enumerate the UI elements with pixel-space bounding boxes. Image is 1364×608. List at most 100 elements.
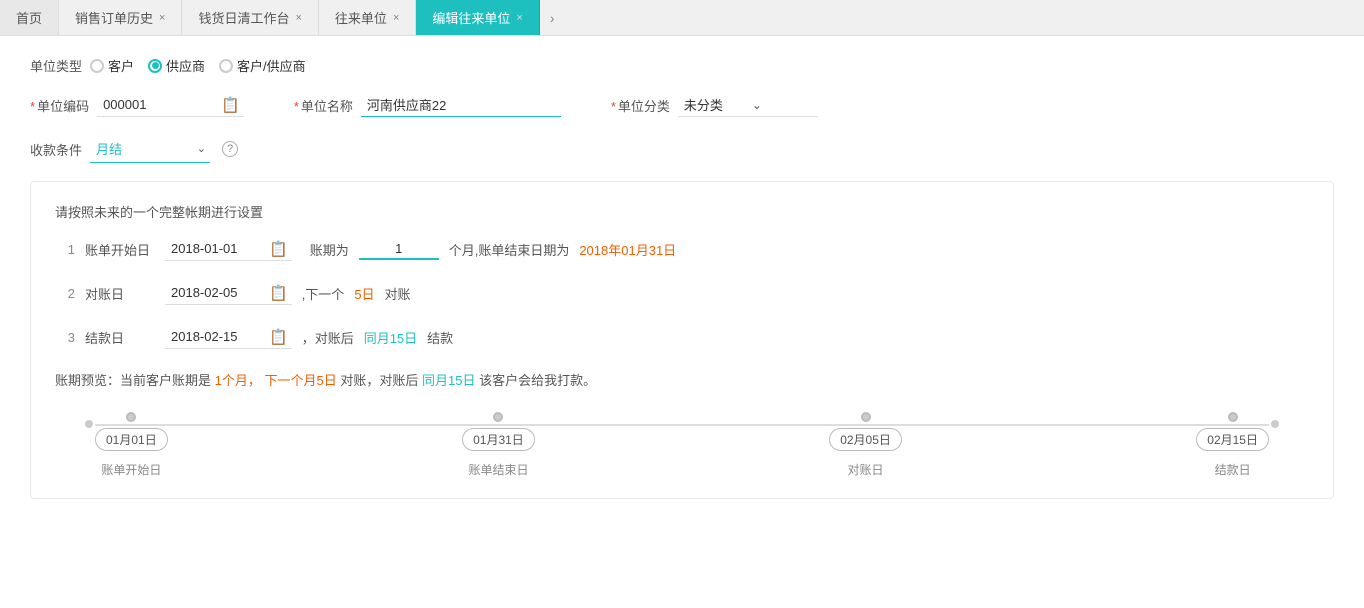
tab-sales-history[interactable]: 销售订单历史 × (59, 0, 182, 35)
period-date-2-input[interactable] (165, 283, 265, 302)
period-num-2: 2 (55, 286, 75, 301)
help-icon[interactable]: ? (222, 141, 238, 157)
unit-info-row: *单位编码 📋 *单位名称 *单位分类 未分类 ⌄ (30, 93, 1334, 117)
period-date-1-wrapper: 📋 (165, 237, 292, 261)
timeline-start-dot (85, 420, 93, 428)
unit-name-input[interactable] (361, 93, 561, 117)
period-num-1: 1 (55, 242, 75, 257)
period-title: 请按照未来的一个完整帐期进行设置 (55, 202, 1309, 221)
tab-scroll-arrow[interactable]: › (540, 0, 565, 35)
tab-home[interactable]: 首页 (0, 0, 59, 35)
period-calendar-2-icon[interactable]: 📋 (265, 284, 292, 302)
period-row2-prefix: ,下一个 (302, 284, 345, 303)
tab-bar: 首页 销售订单历史 × 钱货日清工作台 × 往来单位 × 编辑往来单位 × › (0, 0, 1364, 36)
tab-edit-partner[interactable]: 编辑往来单位 × (416, 0, 539, 35)
point-desc-2: 对账日 (848, 461, 884, 478)
close-sales-history-icon[interactable]: × (159, 12, 165, 24)
unit-code-input-wrapper: 📋 (97, 93, 244, 117)
period-label-3: 结款日 (85, 328, 155, 347)
main-content: 单位类型 客户 供应商 客户/供应商 *单位编码 (0, 36, 1364, 608)
close-cashwork-icon[interactable]: × (295, 12, 301, 24)
point-dot-0 (126, 412, 136, 422)
timeline-end-dot (1271, 420, 1279, 428)
period-row-1: 1 账单开始日 📋 账期为 个月,账单结束日期为 2018年01月31日 (55, 237, 1309, 261)
point-label-2: 02月05日 (829, 428, 902, 451)
radio-both-label: 客户/供应商 (237, 56, 306, 75)
preview-mid: 对账，对账后 (340, 373, 418, 388)
radio-supplier-circle (148, 59, 162, 73)
period-date-2-wrapper: 📋 (165, 281, 292, 305)
unit-class-value: 未分类 (684, 95, 744, 114)
period-calendar-3-icon[interactable]: 📋 (265, 328, 292, 346)
unit-class-arrow-icon: ⌄ (752, 98, 812, 112)
preview-end: 该客户会给我打款。 (479, 373, 596, 388)
unit-code-required: * (30, 99, 35, 114)
timeline-point-2: 02月05日 对账日 (829, 412, 902, 478)
unit-class-select[interactable]: 未分类 ⌄ (678, 93, 818, 117)
timeline-point-3: 02月15日 结款日 (1196, 412, 1269, 478)
unit-name-label: *单位名称 (294, 96, 353, 115)
unit-class-group: *单位分类 未分类 ⌄ (611, 93, 818, 117)
radio-group: 客户 供应商 客户/供应商 (90, 56, 306, 75)
period-end-date-highlight: 2018年01月31日 (579, 240, 676, 259)
unit-class-required: * (611, 99, 616, 114)
unit-code-label: *单位编码 (30, 96, 89, 115)
preview-pay: 同月15日 (422, 373, 475, 388)
timeline-container: 01月01日 账单开始日 01月31日 账单结束日 02月05日 对账日 02月… (55, 412, 1309, 478)
period-calendar-1-icon[interactable]: 📋 (265, 240, 292, 258)
period-row-3: 3 结款日 📋 ，对账后 同月15日 结款 (55, 325, 1309, 349)
tab-cashwork[interactable]: 钱货日清工作台 × (182, 0, 318, 35)
point-label-3: 02月15日 (1196, 428, 1269, 451)
period-row3-suffix: 结款 (427, 328, 453, 347)
tab-sales-history-label: 销售订单历史 (75, 8, 153, 27)
period-row2-highlight: 5日 (354, 284, 374, 303)
tab-edit-partner-label: 编辑往来单位 (432, 8, 510, 27)
payment-value: 月结 (90, 137, 193, 160)
period-month-suffix: 个月,账单结束日期为 (449, 240, 570, 259)
unit-code-input[interactable] (97, 95, 217, 114)
period-row3-prefix: ，对账后 (302, 328, 354, 347)
period-for-label: 账期为 (310, 240, 349, 259)
radio-both-circle (219, 59, 233, 73)
radio-customer[interactable]: 客户 (90, 56, 134, 75)
period-num-3: 3 (55, 330, 75, 345)
point-dot-1 (493, 412, 503, 422)
unit-code-icon[interactable]: 📋 (217, 96, 244, 114)
unit-type-row: 单位类型 客户 供应商 客户/供应商 (30, 56, 1334, 75)
close-partners-icon[interactable]: × (393, 12, 399, 24)
period-label-1: 账单开始日 (85, 240, 155, 259)
payment-select[interactable]: 月结 ⌄ (90, 135, 210, 163)
period-date-3-wrapper: 📋 (165, 325, 292, 349)
tab-partners-label: 往来单位 (335, 8, 387, 27)
point-dot-2 (861, 412, 871, 422)
period-months-input[interactable] (359, 239, 439, 260)
unit-type-label: 单位类型 (30, 56, 82, 75)
unit-code-group: *单位编码 📋 (30, 93, 244, 117)
preview-label: 账期预览：当前客户账期是 (55, 373, 211, 388)
period-row2-suffix: 对账 (385, 284, 411, 303)
point-desc-0: 账单开始日 (101, 461, 161, 478)
period-date-3-input[interactable] (165, 327, 265, 346)
tab-home-label: 首页 (16, 8, 42, 27)
radio-both[interactable]: 客户/供应商 (219, 56, 306, 75)
timeline-points: 01月01日 账单开始日 01月31日 账单结束日 02月05日 对账日 02月… (95, 412, 1269, 478)
period-label-2: 对账日 (85, 284, 155, 303)
point-desc-1: 账单结束日 (468, 461, 528, 478)
radio-customer-circle (90, 59, 104, 73)
tab-cashwork-label: 钱货日清工作台 (198, 8, 289, 27)
tab-partners[interactable]: 往来单位 × (319, 0, 416, 35)
unit-type-group: 单位类型 客户 供应商 客户/供应商 (30, 56, 306, 75)
unit-class-label: *单位分类 (611, 96, 670, 115)
unit-name-required: * (294, 99, 299, 114)
point-label-1: 01月31日 (462, 428, 535, 451)
radio-supplier[interactable]: 供应商 (148, 56, 205, 75)
period-card: 请按照未来的一个完整帐期进行设置 1 账单开始日 📋 账期为 个月,账单结束日期… (30, 181, 1334, 499)
preview-1month: 1个月， (215, 373, 261, 388)
period-date-1-input[interactable] (165, 239, 265, 258)
timeline-point-0: 01月01日 账单开始日 (95, 412, 168, 478)
point-label-0: 01月01日 (95, 428, 168, 451)
radio-supplier-label: 供应商 (166, 56, 205, 75)
payment-label: 收款条件 (30, 140, 82, 159)
close-edit-partner-icon[interactable]: × (516, 12, 522, 24)
preview-text: 账期预览：当前客户账期是 1个月， 下一个月5日 对账，对账后 同月15日 该客… (55, 369, 1309, 392)
